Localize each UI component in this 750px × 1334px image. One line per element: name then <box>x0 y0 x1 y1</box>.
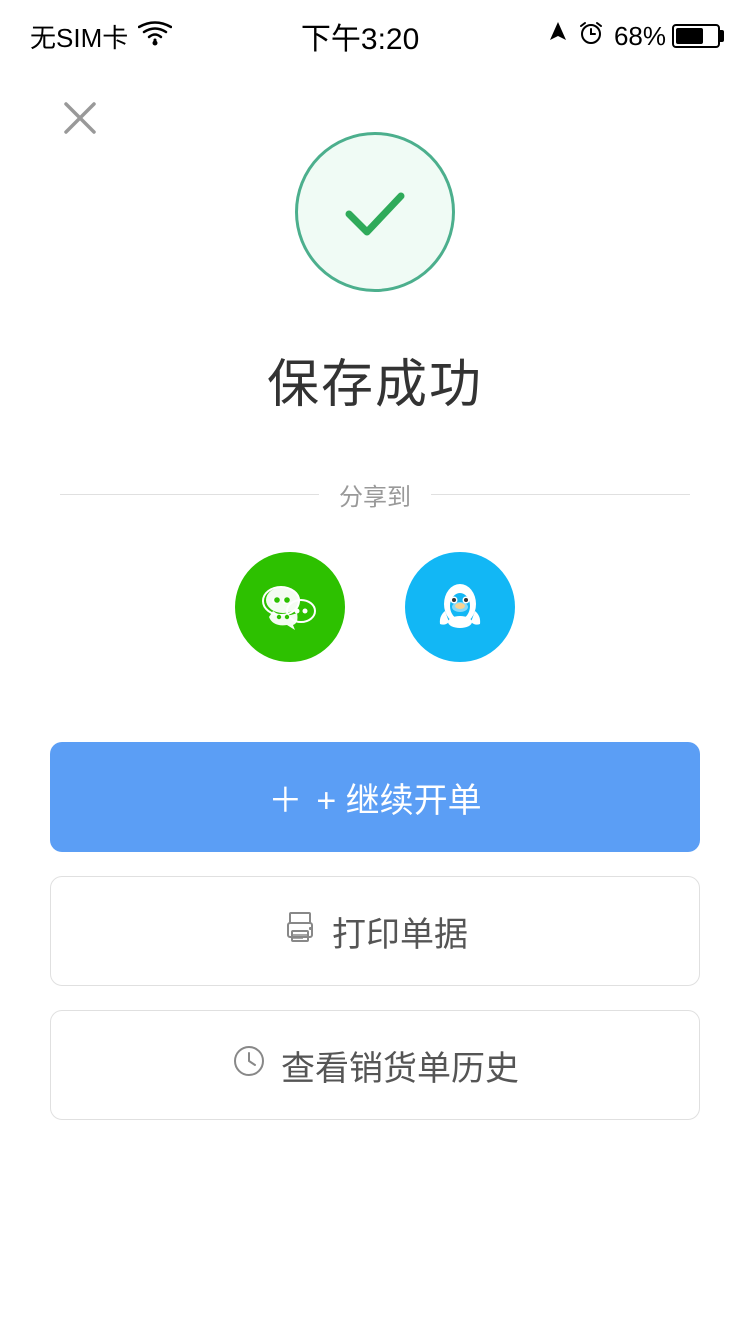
success-icon-circle <box>295 132 455 292</box>
success-title: 保存成功 <box>267 342 483 417</box>
printer-icon <box>282 909 318 954</box>
divider-right <box>431 494 690 495</box>
status-left: 无SIM卡 <box>30 18 172 55</box>
history-label: 查看销货单历史 <box>281 1041 519 1090</box>
close-button[interactable] <box>50 88 110 148</box>
wifi-icon <box>138 20 172 53</box>
carrier-text: 无SIM卡 <box>30 18 128 55</box>
history-button[interactable]: 查看销货单历史 <box>50 1010 700 1120</box>
share-divider: 分享到 <box>60 477 690 512</box>
divider-left <box>60 494 319 495</box>
plus-icon: ＋ <box>268 773 302 822</box>
wechat-share-button[interactable] <box>235 552 345 662</box>
print-label: 打印单据 <box>332 907 468 956</box>
share-label: 分享到 <box>339 477 411 512</box>
alarm-icon <box>578 20 604 53</box>
battery: 68% <box>614 21 720 52</box>
print-button[interactable]: 打印单据 <box>50 876 700 986</box>
battery-percent: 68% <box>614 21 666 52</box>
share-icons <box>60 552 690 662</box>
continue-button[interactable]: ＋ + 继续开单 <box>50 742 700 852</box>
battery-fill <box>676 28 703 44</box>
main-content: 保存成功 分享到 <box>0 72 750 1120</box>
continue-label: + 继续开单 <box>316 773 481 822</box>
battery-bar <box>672 24 720 48</box>
status-right: 68% <box>548 20 720 53</box>
share-section: 分享到 <box>0 477 750 662</box>
location-icon <box>548 20 568 53</box>
qq-share-button[interactable] <box>405 552 515 662</box>
status-bar: 无SIM卡 下午3:20 68% <box>0 0 750 72</box>
action-buttons: ＋ + 继续开单 打印单据 <box>0 742 750 1120</box>
clock-icon <box>231 1043 267 1088</box>
status-time: 下午3:20 <box>301 14 419 58</box>
